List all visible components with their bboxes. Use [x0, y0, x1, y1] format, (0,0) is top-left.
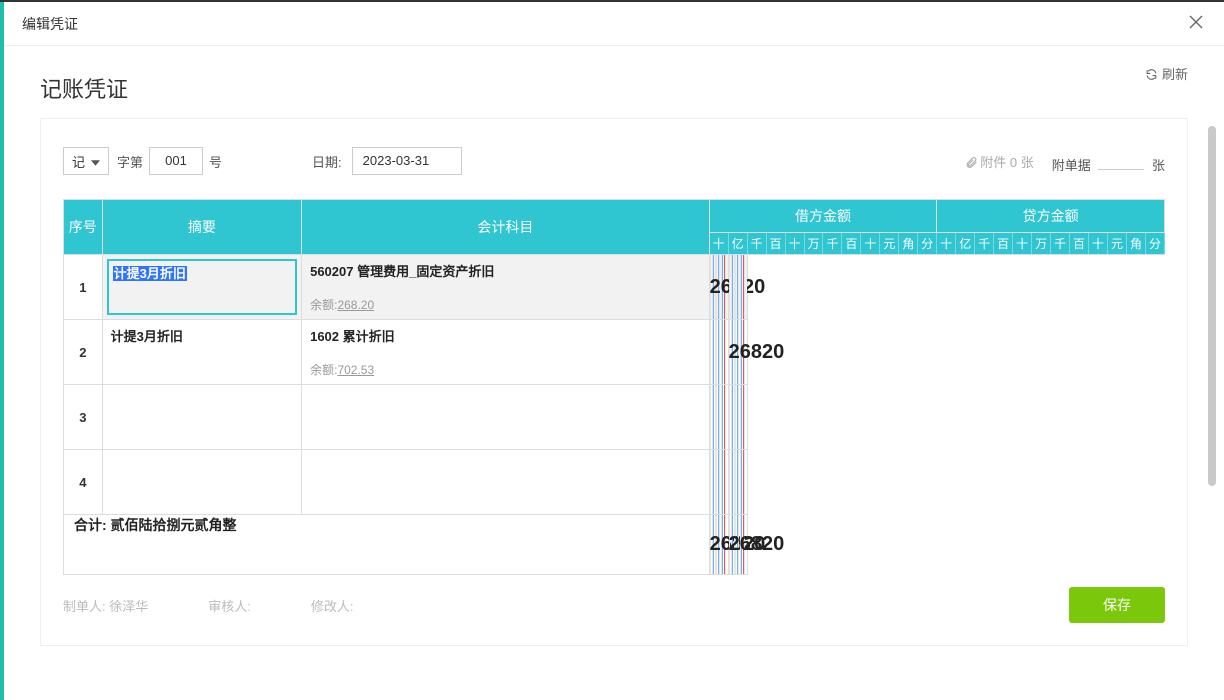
table-row: 3 [64, 385, 1165, 450]
money-unit-header: 百 [994, 233, 1013, 255]
total-credit-cell[interactable]: 26820 [728, 515, 747, 575]
chevron-down-icon [91, 154, 100, 169]
col-credit: 贷方金额 [937, 200, 1165, 233]
page-title: 记账凭证 [40, 72, 1188, 104]
credit-cell[interactable]: 26820 [728, 320, 747, 385]
summary-cell[interactable]: 计提3月折旧 [102, 255, 301, 320]
summary-input[interactable]: 计提3月折旧 [107, 259, 297, 315]
account-text: 1602 累计折旧 [310, 326, 701, 345]
scroll-thumb[interactable] [1208, 126, 1216, 486]
close-icon[interactable] [1186, 14, 1206, 34]
debit-cell[interactable] [709, 450, 728, 515]
debit-cell[interactable] [709, 320, 728, 385]
balance-text: 余额:268.20 [310, 296, 701, 313]
word-prefix: 字第 [117, 152, 143, 171]
date-label: 日期: [312, 152, 342, 171]
attachment-button[interactable]: 附件 0 张 [965, 152, 1033, 171]
balance-text: 余额:702.53 [310, 361, 701, 378]
dialog-title: 编辑凭证 [22, 2, 78, 46]
refresh-label: 刷新 [1162, 67, 1188, 82]
money-unit-header: 百 [1070, 233, 1089, 255]
money-unit-header: 十 [709, 233, 728, 255]
attachment-label: 附件 0 张 [980, 155, 1033, 170]
money-unit-header: 角 [899, 233, 918, 255]
voucher-top-row: 记 字第 001 号 日期: 2023-03-31 附件 0 张 附单据 [63, 147, 1165, 175]
money-unit-header: 十 [1089, 233, 1108, 255]
page-body: 刷新 记账凭证 记 字第 001 号 日期: 2023-03-31 附件 0 [4, 46, 1224, 700]
auditor-label: 审核人: [208, 596, 251, 615]
summary-cell[interactable]: 计提3月折旧 [102, 320, 301, 385]
summary-text: 计提3月折旧 [103, 320, 301, 351]
row-seq: 2 [64, 320, 103, 385]
debit-cell[interactable] [709, 385, 728, 450]
account-cell[interactable]: 560207 管理费用_固定资产折旧 余额:268.20 [302, 255, 710, 320]
summary-cell[interactable] [102, 385, 301, 450]
credit-cell[interactable] [728, 385, 747, 450]
row-seq: 3 [64, 385, 103, 450]
col-summary: 摘要 [102, 200, 301, 255]
attach-unit: 张 [1152, 158, 1165, 173]
attach-sheet-label: 附单据 [1052, 158, 1091, 173]
voucher-grid: 序号 摘要 会计科目 借方金额 贷方金额 十亿千百十万千百十元角分十亿千百十万千… [63, 199, 1165, 575]
voucher-number-input[interactable]: 001 [149, 147, 203, 175]
voucher-footer: 制单人: 徐泽华 审核人: 修改人: 保存 [63, 587, 1165, 623]
account-cell[interactable] [302, 450, 710, 515]
maker-label: 制单人: 徐泽华 [63, 596, 148, 615]
money-unit-header: 十 [1013, 233, 1032, 255]
credit-cell[interactable] [728, 450, 747, 515]
money-unit-header: 亿 [956, 233, 975, 255]
total-debit-cell[interactable]: 26820 [709, 515, 728, 575]
attach-sheet-group: 附单据 张 [1052, 148, 1165, 174]
total-row: 合计: 贰佰陆拾捌元贰角整 26820 26820 [64, 515, 1165, 575]
money-unit-header: 千 [823, 233, 842, 255]
money-unit-header: 十 [937, 233, 956, 255]
money-unit-header: 百 [842, 233, 861, 255]
voucher-card: 记 字第 001 号 日期: 2023-03-31 附件 0 张 附单据 [40, 118, 1188, 646]
money-unit-header: 百 [766, 233, 785, 255]
money-unit-header: 万 [804, 233, 823, 255]
row-seq: 1 [64, 255, 103, 320]
money-unit-header: 元 [1108, 233, 1127, 255]
total-label-cell: 合计: 贰佰陆拾捌元贰角整 [64, 515, 710, 575]
debit-cell[interactable]: 26820 [709, 255, 728, 320]
col-seq: 序号 [64, 200, 103, 255]
table-row: 2 计提3月折旧 1602 累计折旧 余额:702.53 26820 [64, 320, 1165, 385]
refresh-button[interactable]: 刷新 [1145, 64, 1188, 83]
save-button[interactable]: 保存 [1069, 587, 1165, 623]
top-right: 附件 0 张 附单据 张 [965, 148, 1165, 174]
money-unit-header: 分 [918, 233, 937, 255]
money-unit-header: 十 [861, 233, 880, 255]
summary-cell[interactable] [102, 450, 301, 515]
money-unit-header: 角 [1126, 233, 1145, 255]
summary-text [103, 385, 301, 397]
table-row: 4 [64, 450, 1165, 515]
col-debit: 借方金额 [709, 200, 937, 233]
money-unit-header: 千 [975, 233, 994, 255]
money-unit-header: 千 [747, 233, 766, 255]
vertical-scrollbar[interactable] [1206, 50, 1218, 690]
voucher-date-input[interactable]: 2023-03-31 [352, 147, 462, 175]
dialog-overlay: 编辑凭证 刷新 记账凭证 记 字第 001 号 日期: 2023-03- [0, 2, 1224, 700]
col-account: 会计科目 [302, 200, 710, 255]
account-cell[interactable]: 1602 累计折旧 余额:702.53 [302, 320, 710, 385]
summary-text [103, 450, 301, 462]
account-cell[interactable] [302, 385, 710, 450]
account-text: 560207 管理费用_固定资产折旧 [310, 261, 701, 280]
dialog-header: 编辑凭证 [4, 2, 1224, 46]
money-unit-header: 亿 [728, 233, 747, 255]
money-unit-header: 分 [1145, 233, 1164, 255]
voucher-type-dropdown[interactable]: 记 [63, 147, 109, 175]
voucher-type-value: 记 [72, 152, 85, 171]
money-unit-header: 十 [785, 233, 804, 255]
money-unit-header: 千 [1051, 233, 1070, 255]
row-seq: 4 [64, 450, 103, 515]
money-unit-header: 万 [1032, 233, 1051, 255]
money-unit-header: 元 [880, 233, 899, 255]
attach-sheet-input[interactable] [1098, 148, 1144, 170]
word-suffix: 号 [209, 152, 222, 171]
table-row: 1 计提3月折旧 560207 管理费用_固定资产折旧 余额:268.20 26… [64, 255, 1165, 320]
modifier-label: 修改人: [311, 596, 354, 615]
credit-cell[interactable] [728, 255, 747, 320]
